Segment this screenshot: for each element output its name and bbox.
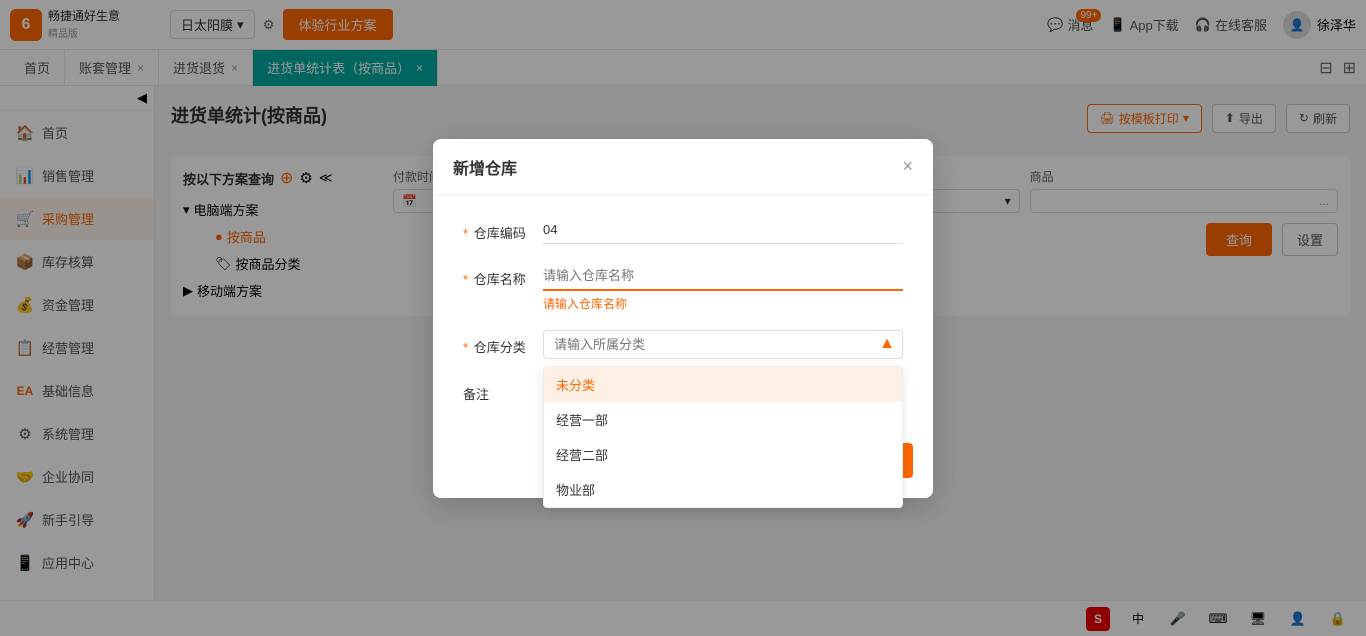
category-option-dept1[interactable]: 经营一部 bbox=[544, 402, 902, 437]
code-label: * 仓库编码 bbox=[463, 216, 543, 242]
dialog-body: * 仓库编码 * 仓库名称 请输入仓库名称 bbox=[433, 196, 933, 433]
dialog-close-button[interactable]: × bbox=[902, 156, 913, 177]
note-label: 备注 bbox=[463, 377, 543, 403]
category-input[interactable] bbox=[543, 330, 903, 359]
category-label: * 仓库分类 bbox=[463, 330, 543, 356]
category-option-unclassified[interactable]: 未分类 bbox=[544, 367, 902, 402]
category-option-property[interactable]: 物业部 bbox=[544, 472, 902, 507]
name-input[interactable] bbox=[543, 262, 903, 291]
code-field-row: * 仓库编码 bbox=[463, 216, 903, 244]
name-label: * 仓库名称 bbox=[463, 262, 543, 288]
category-toggle-icon[interactable]: ▲ bbox=[879, 335, 895, 353]
name-error-msg: 请输入仓库名称 bbox=[543, 295, 903, 312]
code-input[interactable] bbox=[543, 216, 903, 244]
dialog-title: 新增仓库 bbox=[453, 155, 517, 179]
category-dropdown: 未分类 经营一部 经营二部 物业部 bbox=[543, 366, 903, 508]
dialog-header: 新增仓库 × bbox=[433, 139, 933, 196]
category-option-dept2[interactable]: 经营二部 bbox=[544, 437, 902, 472]
dialog-overlay[interactable]: 新增仓库 × * 仓库编码 * 仓库名称 bbox=[0, 0, 1366, 636]
category-field-row: * 仓库分类 ▲ 未分类 经营一部 经营二部 物业部 bbox=[463, 330, 903, 359]
name-field-row: * 仓库名称 请输入仓库名称 bbox=[463, 262, 903, 312]
add-warehouse-dialog: 新增仓库 × * 仓库编码 * 仓库名称 bbox=[433, 139, 933, 498]
